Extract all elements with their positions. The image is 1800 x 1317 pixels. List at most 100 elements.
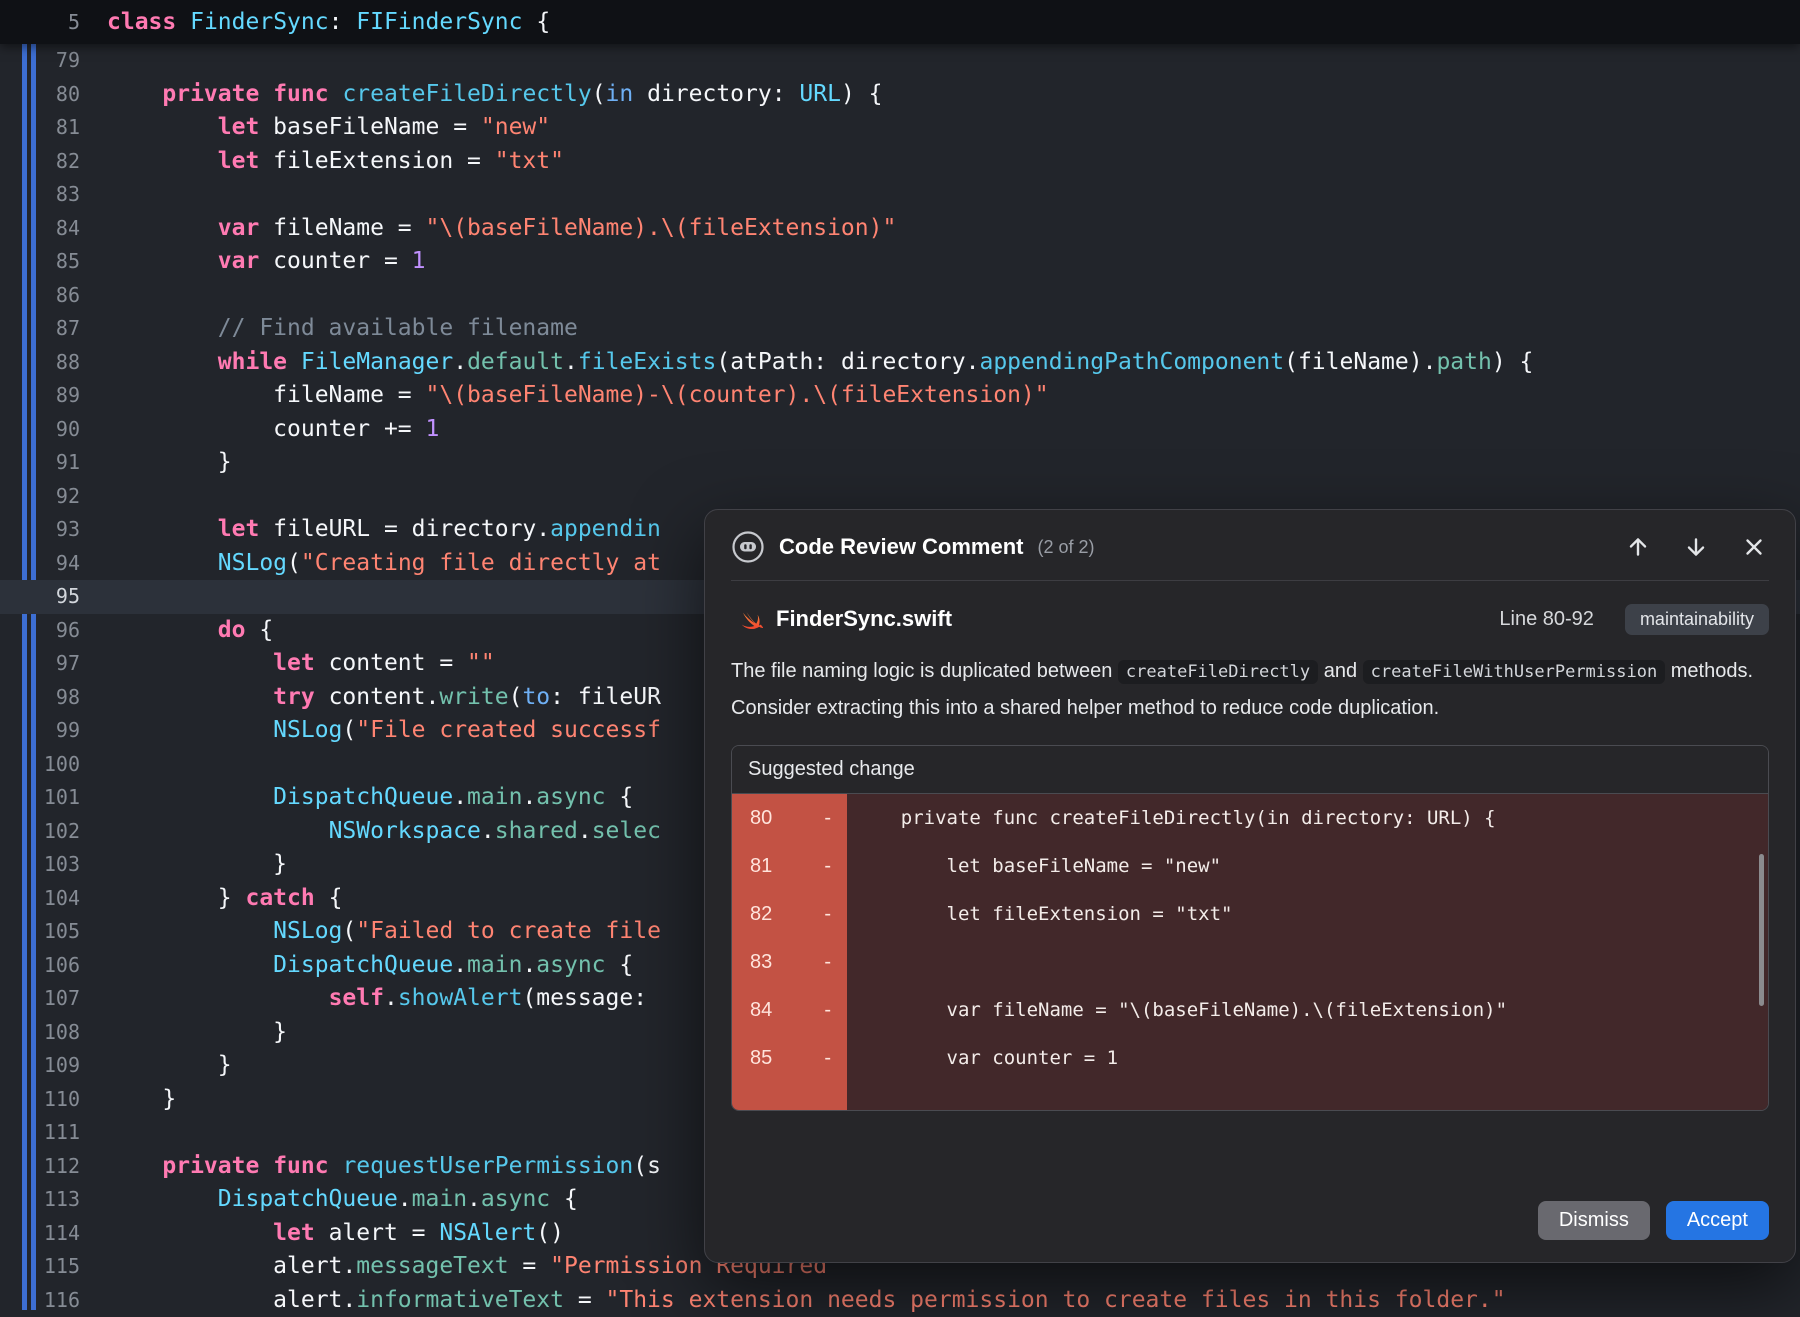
line-number[interactable]: 116 [0,1284,107,1317]
code-line-83[interactable]: 83 [0,178,1800,212]
line-text: private func createFileDirectly(in direc… [107,78,883,112]
code-line-80[interactable]: 80 private func createFileDirectly(in di… [0,78,1800,112]
line-number[interactable]: 85 [0,245,107,279]
line-number[interactable]: 88 [0,346,107,380]
comment-counter: (2 of 2) [1038,537,1095,558]
dialog-nav [1623,532,1769,562]
line-text: } [107,1049,232,1083]
sticky-scope-line[interactable]: 5 class FinderSync: FIFinderSync { [0,0,1800,44]
line-number[interactable]: 107 [0,982,107,1016]
code-line-86[interactable]: 86 [0,279,1800,313]
line-text: private func requestUserPermission(s [107,1150,661,1184]
code-line-91[interactable]: 91 } [0,446,1800,480]
line-number[interactable]: 92 [0,480,107,514]
code-review-dialog: Code Review Comment (2 of 2) [704,509,1796,1263]
line-text: } [107,1016,287,1050]
line-number[interactable]: 89 [0,379,107,413]
line-number[interactable]: 86 [0,279,107,313]
dismiss-button[interactable]: Dismiss [1538,1201,1650,1240]
code-line-82[interactable]: 82 let fileExtension = "txt" [0,145,1800,179]
code-line-85[interactable]: 85 var counter = 1 [0,245,1800,279]
line-text: } [107,1083,176,1117]
code-line-90[interactable]: 90 counter += 1 [0,413,1800,447]
line-text: fileName = "\(baseFileName)-\(counter).\… [107,379,1049,413]
line-number[interactable]: 113 [0,1183,107,1217]
line-text: DispatchQueue.main.async { [107,949,633,983]
diff-code: var counter = 1 [847,1034,1118,1082]
line-text: DispatchQueue.main.async { [107,781,633,815]
diff-code: private func createFileDirectly(in direc… [847,794,1496,842]
line-number[interactable]: 103 [0,848,107,882]
line-text: let fileURL = directory.appendin [107,513,661,547]
line-number[interactable]: 87 [0,312,107,346]
screen: { "editor": { "sticky_line": { "num": "5… [0,0,1800,1310]
code-line-84[interactable]: 84 var fileName = "\(baseFileName).\(fil… [0,212,1800,246]
line-number[interactable]: 109 [0,1049,107,1083]
line-number[interactable]: 80 [0,78,107,112]
line-number[interactable]: 108 [0,1016,107,1050]
inline-code: createFileDirectly [1118,660,1318,684]
line-number[interactable]: 83 [0,178,107,212]
diff-row: 85- var counter = 1 [732,1034,1768,1082]
accept-button[interactable]: Accept [1666,1201,1769,1240]
line-text: let alert = NSAlert() [107,1217,564,1251]
line-number[interactable]: 84 [0,212,107,246]
line-number[interactable]: 105 [0,915,107,949]
line-text: } [107,848,287,882]
line-number[interactable]: 110 [0,1083,107,1117]
line-number[interactable]: 106 [0,949,107,983]
line-number[interactable]: 114 [0,1217,107,1251]
line-text: do { [107,614,273,648]
inline-code: createFileWithUserPermission [1363,660,1666,684]
line-number[interactable]: 95 [0,580,107,614]
line-text: DispatchQueue.main.async { [107,1183,578,1217]
diff-gutter: 83- [732,938,847,986]
line-number[interactable]: 93 [0,513,107,547]
line-number[interactable]: 100 [0,748,107,782]
line-text: let baseFileName = "new" [107,111,550,145]
line-number[interactable]: 91 [0,446,107,480]
code-line-92[interactable]: 92 [0,480,1800,514]
line-number[interactable]: 99 [0,714,107,748]
line-number[interactable]: 90 [0,413,107,447]
next-comment-button[interactable] [1681,532,1711,562]
line-number[interactable]: 112 [0,1150,107,1184]
code-line-81[interactable]: 81 let baseFileName = "new" [0,111,1800,145]
code-line-88[interactable]: 88 while FileManager.default.fileExists(… [0,346,1800,380]
dialog-title: Code Review Comment [779,534,1024,560]
diff-row: 81- let baseFileName = "new" [732,842,1768,890]
line-number[interactable]: 94 [0,547,107,581]
suggested-change-label: Suggested change [732,746,1768,794]
line-text: while FileManager.default.fileExists(atP… [107,346,1533,380]
line-number[interactable]: 102 [0,815,107,849]
code-line-79[interactable]: 79 [0,44,1800,78]
line-number[interactable]: 82 [0,145,107,179]
code-line-116[interactable]: 116 alert.informativeText = "This extens… [0,1284,1800,1317]
code-line-89[interactable]: 89 fileName = "\(baseFileName)-\(counter… [0,379,1800,413]
line-number[interactable]: 96 [0,614,107,648]
diff-gutter: 80- [732,794,847,842]
line-number[interactable]: 111 [0,1116,107,1150]
diff-scrollbar[interactable] [1759,854,1764,1006]
swift-icon [731,603,763,635]
code-line-87[interactable]: 87 // Find available filename [0,312,1800,346]
copilot-icon [731,530,765,564]
line-text: NSLog("Failed to create file [107,915,661,949]
line-number[interactable]: 98 [0,681,107,715]
line-number[interactable]: 79 [0,44,107,78]
comment-body: The file naming logic is duplicated betw… [705,641,1795,727]
line-number[interactable]: 115 [0,1250,107,1284]
line-number[interactable]: 81 [0,111,107,145]
line-number[interactable]: 101 [0,781,107,815]
line-text: alert.informativeText = "This extension … [107,1284,1506,1317]
line-number[interactable]: 104 [0,882,107,916]
diff-gutter: 85- [732,1034,847,1082]
dialog-actions: Dismiss Accept [705,1201,1795,1262]
body-text: and [1318,660,1362,682]
close-button[interactable] [1739,532,1769,562]
line-number[interactable]: 97 [0,647,107,681]
diff-row: 80- private func createFileDirectly(in d… [732,794,1768,842]
line-text: NSLog("File created successf [107,714,661,748]
sticky-line-number: 5 [0,10,107,34]
previous-comment-button[interactable] [1623,532,1653,562]
